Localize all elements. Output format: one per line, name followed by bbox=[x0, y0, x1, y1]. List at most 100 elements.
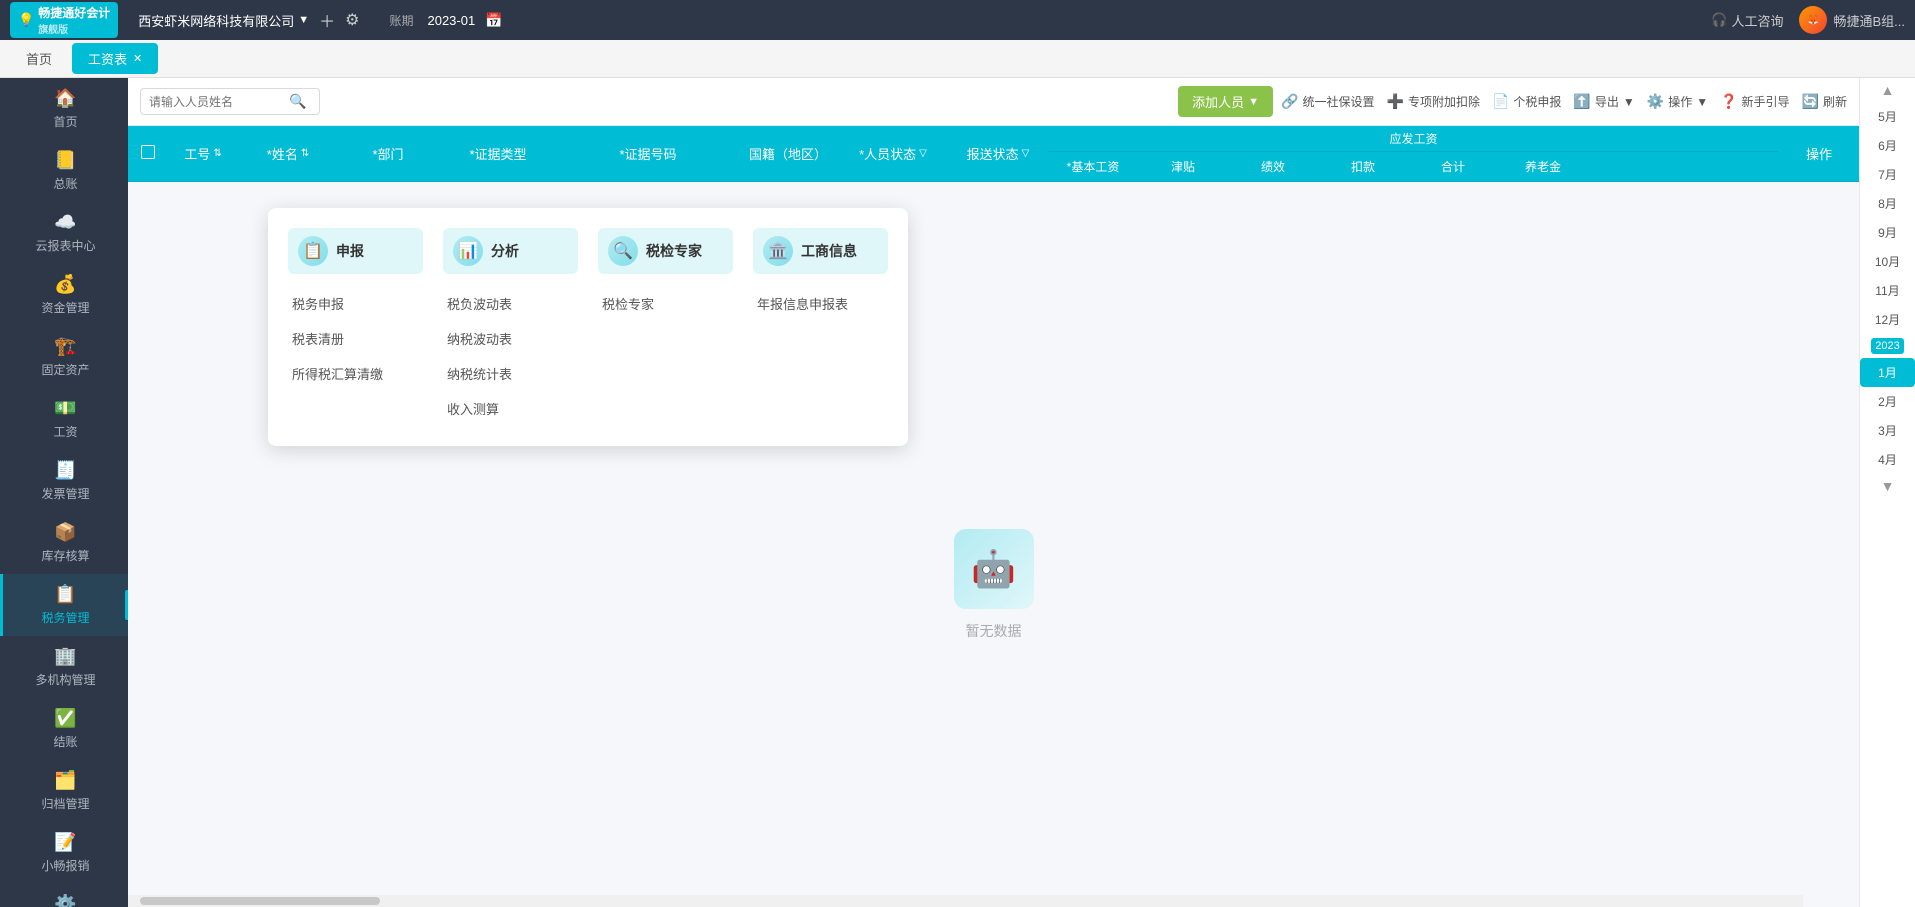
special-deduction-button[interactable]: ➕ 专项附加扣除 bbox=[1387, 93, 1480, 110]
month-9[interactable]: 9月 bbox=[1860, 218, 1915, 247]
menu-tax-stats[interactable]: 纳税统计表 bbox=[443, 356, 578, 391]
month-5[interactable]: 5月 bbox=[1860, 102, 1915, 131]
salary-tab-label: 工资表 bbox=[88, 49, 127, 68]
sidebar-label-inventory: 库存核算 bbox=[41, 547, 89, 564]
year-down-button[interactable]: ▼ bbox=[1877, 474, 1899, 498]
menu-tax-expert[interactable]: 税检专家 bbox=[598, 286, 733, 321]
month-1[interactable]: 1月 bbox=[1860, 358, 1915, 387]
sidebar-item-home[interactable]: 🏠 首页 bbox=[0, 78, 128, 140]
sidebar-item-ledger[interactable]: 📒 总账 bbox=[0, 140, 128, 202]
th-ops: 操作 bbox=[1779, 136, 1859, 171]
sidebar-item-archive[interactable]: 🗂️ 归档管理 bbox=[0, 760, 128, 822]
operation-button[interactable]: ⚙️ 操作 ▼ bbox=[1647, 93, 1708, 110]
app-logo[interactable]: 💡 畅捷通好会计 旗舰版 bbox=[10, 2, 118, 38]
month-8[interactable]: 8月 bbox=[1860, 189, 1915, 218]
search-input[interactable] bbox=[149, 95, 289, 109]
home-tab-label: 首页 bbox=[26, 49, 52, 68]
user-name: 畅捷通B组... bbox=[1833, 11, 1905, 30]
th-id-num-label: *证据号码 bbox=[619, 144, 676, 163]
checkout-icon: ✅ bbox=[54, 708, 76, 729]
year-panel: ▲ 5月 6月 7月 8月 9月 10月 11月 12月 2023 1月 2月 … bbox=[1859, 78, 1915, 907]
export-button[interactable]: ⬆️ 导出 ▼ bbox=[1573, 93, 1634, 110]
individual-tax-button[interactable]: 📄 个税申报 bbox=[1492, 93, 1561, 110]
th-checkbox[interactable] bbox=[128, 145, 168, 162]
ai-service-button[interactable]: 🎧 人工咨询 bbox=[1711, 11, 1783, 30]
th-report-filter[interactable]: ▽ bbox=[1022, 148, 1030, 159]
new-guide-button[interactable]: ❓ 新手引导 bbox=[1720, 93, 1789, 110]
add-person-arrow-icon: ▼ bbox=[1248, 96, 1259, 108]
th-status-filter[interactable]: ▽ bbox=[919, 148, 927, 159]
add-person-label: 添加人员 bbox=[1192, 92, 1244, 111]
assets-icon: 🏗️ bbox=[54, 336, 76, 357]
declaration-header: 📋 申报 bbox=[288, 228, 423, 274]
cloud-icon: ☁️ bbox=[54, 212, 76, 233]
operation-label: 操作 bbox=[1668, 93, 1692, 110]
tab-salary[interactable]: 工资表 ✕ bbox=[72, 43, 158, 74]
sidebar-item-multi-org[interactable]: 🏢 多机构管理 bbox=[0, 636, 128, 698]
menu-tax-payment[interactable]: 纳税波动表 bbox=[443, 321, 578, 356]
th-name-sort[interactable]: ⇅ bbox=[301, 148, 309, 159]
horizontal-scrollbar[interactable] bbox=[128, 895, 1803, 907]
sidebar-item-salary[interactable]: 💵 工资 bbox=[0, 388, 128, 450]
sidebar-item-inventory[interactable]: 📦 库存核算 bbox=[0, 512, 128, 574]
main-layout: 🏠 首页 📒 总账 ☁️ 云报表中心 💰 资金管理 🏗️ 固定资产 💵 工资 🧾… bbox=[0, 78, 1915, 907]
dropdown-col-tax-expert: 🔍 税检专家 税检专家 bbox=[598, 228, 733, 426]
menu-tax-burden[interactable]: 税负波动表 bbox=[443, 286, 578, 321]
user-menu[interactable]: 🦊 畅捷通B组... bbox=[1799, 6, 1905, 34]
add-company-button[interactable]: ＋ bbox=[319, 8, 335, 32]
sidebar-label-tax: 税务管理 bbox=[41, 609, 89, 626]
sidebar-item-cloud-report[interactable]: ☁️ 云报表中心 bbox=[0, 202, 128, 264]
sidebar-item-tax[interactable]: 📋 税务管理 bbox=[0, 574, 128, 636]
month-3[interactable]: 3月 bbox=[1860, 416, 1915, 445]
business-icon: 🏛️ bbox=[763, 236, 793, 266]
th-id-type-label: *证据类型 bbox=[469, 144, 526, 163]
calendar-icon[interactable]: 📅 bbox=[485, 12, 502, 29]
th-status-label: *人员状态 bbox=[859, 144, 916, 163]
month-7[interactable]: 7月 bbox=[1860, 160, 1915, 189]
month-4[interactable]: 4月 bbox=[1860, 445, 1915, 474]
company-selector[interactable]: 西安虾米网络科技有限公司 ▼ bbox=[138, 11, 309, 30]
th-report: 报送状态 ▽ bbox=[948, 136, 1048, 171]
sidebar-label-ledger: 总账 bbox=[53, 175, 77, 192]
month-12[interactable]: 12月 bbox=[1860, 305, 1915, 334]
menu-annual-report[interactable]: 年报信息申报表 bbox=[753, 286, 888, 321]
sidebar-item-checkout[interactable]: ✅ 结账 bbox=[0, 698, 128, 760]
settings-icon[interactable]: ⚙ bbox=[345, 10, 359, 30]
sidebar-label-cloud: 云报表中心 bbox=[35, 237, 95, 254]
tab-close-icon[interactable]: ✕ bbox=[133, 52, 142, 65]
tab-home[interactable]: 首页 bbox=[10, 43, 68, 74]
th-num-sort[interactable]: ⇅ bbox=[213, 148, 221, 159]
menu-tax-declaration[interactable]: 税务申报 bbox=[288, 286, 423, 321]
month-10[interactable]: 10月 bbox=[1860, 247, 1915, 276]
sidebar-item-invoice[interactable]: 🧾 发票管理 bbox=[0, 450, 128, 512]
sidebar-item-fixed-assets[interactable]: 🏗️ 固定资产 bbox=[0, 326, 128, 388]
sidebar-label-invoice: 发票管理 bbox=[41, 485, 89, 502]
user-avatar: 🦊 bbox=[1799, 6, 1827, 34]
select-all-checkbox[interactable] bbox=[141, 145, 155, 159]
menu-tax-table[interactable]: 税表清册 bbox=[288, 321, 423, 356]
month-11[interactable]: 11月 bbox=[1860, 276, 1915, 305]
tax-dropdown-menu: 📋 申报 税务申报 税表清册 所得税汇算清缴 📊 分析 税负波动表 纳税波动表 … bbox=[268, 208, 908, 446]
sidebar-item-xiaochang[interactable]: 📝 小畅报销 bbox=[0, 822, 128, 884]
business-label: 工商信息 bbox=[801, 241, 857, 261]
month-6[interactable]: 6月 bbox=[1860, 131, 1915, 160]
menu-income-calc[interactable]: 收入测算 bbox=[443, 391, 578, 426]
th-ops-label: 操作 bbox=[1806, 144, 1832, 163]
menu-income-tax-calc[interactable]: 所得税汇算清缴 bbox=[288, 356, 423, 391]
operation-icon: ⚙️ bbox=[1647, 93, 1664, 110]
sidebar-item-basic[interactable]: ⚙️ 基础设置 bbox=[0, 884, 128, 907]
year-up-button[interactable]: ▲ bbox=[1877, 78, 1899, 102]
add-person-button[interactable]: 添加人员 ▼ bbox=[1178, 86, 1273, 117]
refresh-button[interactable]: 🔄 刷新 bbox=[1802, 93, 1847, 110]
social-insurance-button[interactable]: 🔗 统一社保设置 bbox=[1281, 93, 1374, 110]
sidebar-item-fund[interactable]: 💰 资金管理 bbox=[0, 264, 128, 326]
ledger-icon: 📒 bbox=[54, 150, 76, 171]
company-dropdown-icon[interactable]: ▼ bbox=[298, 14, 309, 26]
sidebar-label-assets: 固定资产 bbox=[41, 361, 89, 378]
th-nation: 国籍（地区） bbox=[738, 136, 838, 171]
empty-icon: 🤖 bbox=[954, 529, 1034, 609]
scroll-thumb[interactable] bbox=[140, 897, 380, 905]
month-2[interactable]: 2月 bbox=[1860, 387, 1915, 416]
th-status: *人员状态 ▽ bbox=[838, 136, 948, 171]
year-2023-label: 2023 bbox=[1871, 338, 1903, 354]
